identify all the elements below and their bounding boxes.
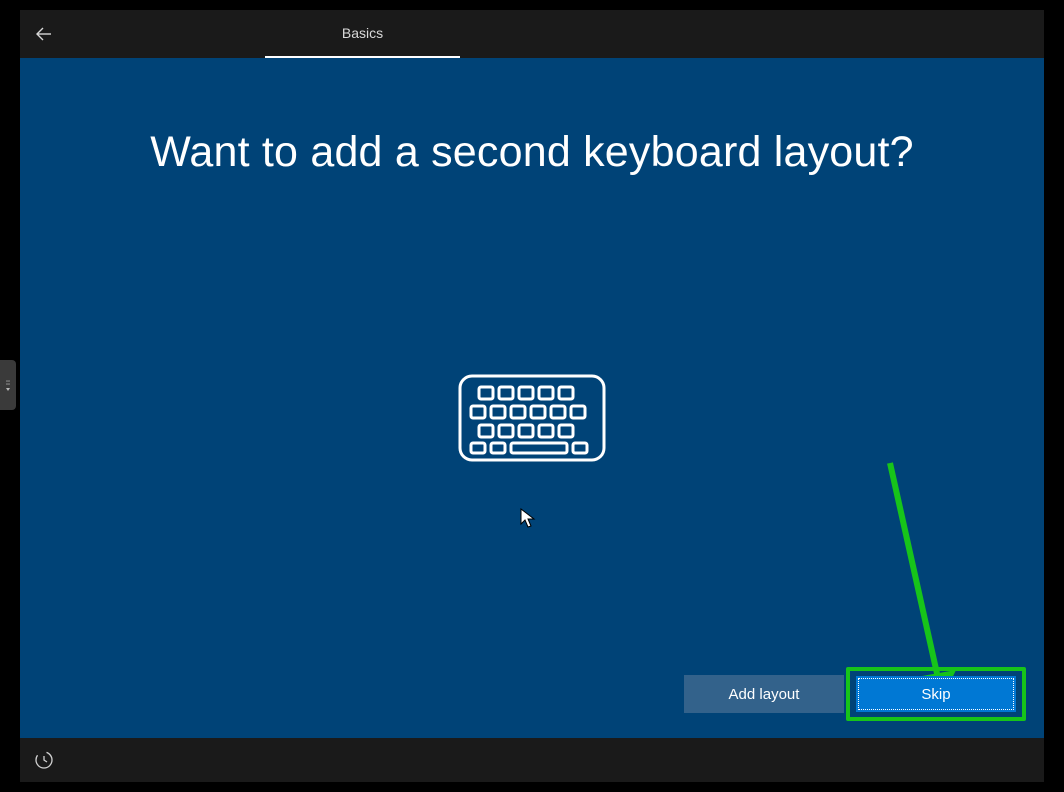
flyout-handle-icon [5, 379, 11, 391]
add-layout-label: Add layout [729, 686, 800, 703]
mouse-cursor-icon [520, 508, 536, 533]
add-layout-button[interactable]: Add layout [684, 675, 844, 713]
skip-button[interactable]: Skip [856, 676, 1016, 712]
skip-label: Skip [921, 686, 950, 703]
annotation-highlight: Skip [846, 667, 1026, 721]
bottom-bar [20, 738, 1044, 782]
oobe-window: Basics Want to add a second keyboard lay… [20, 10, 1044, 782]
back-arrow-icon [34, 24, 54, 44]
keyboard-illustration [457, 373, 607, 468]
tab-basics[interactable]: Basics [265, 10, 460, 58]
ease-of-access-icon [34, 750, 54, 770]
back-button[interactable] [30, 20, 58, 48]
page-heading: Want to add a second keyboard layout? [20, 128, 1044, 177]
keyboard-icon [457, 373, 607, 463]
tab-basics-label: Basics [342, 25, 383, 41]
ease-of-access-button[interactable] [34, 750, 54, 770]
main-panel: Want to add a second keyboard layout? [20, 58, 1044, 738]
top-bar: Basics [20, 10, 1044, 58]
flyout-handle[interactable] [0, 360, 16, 410]
